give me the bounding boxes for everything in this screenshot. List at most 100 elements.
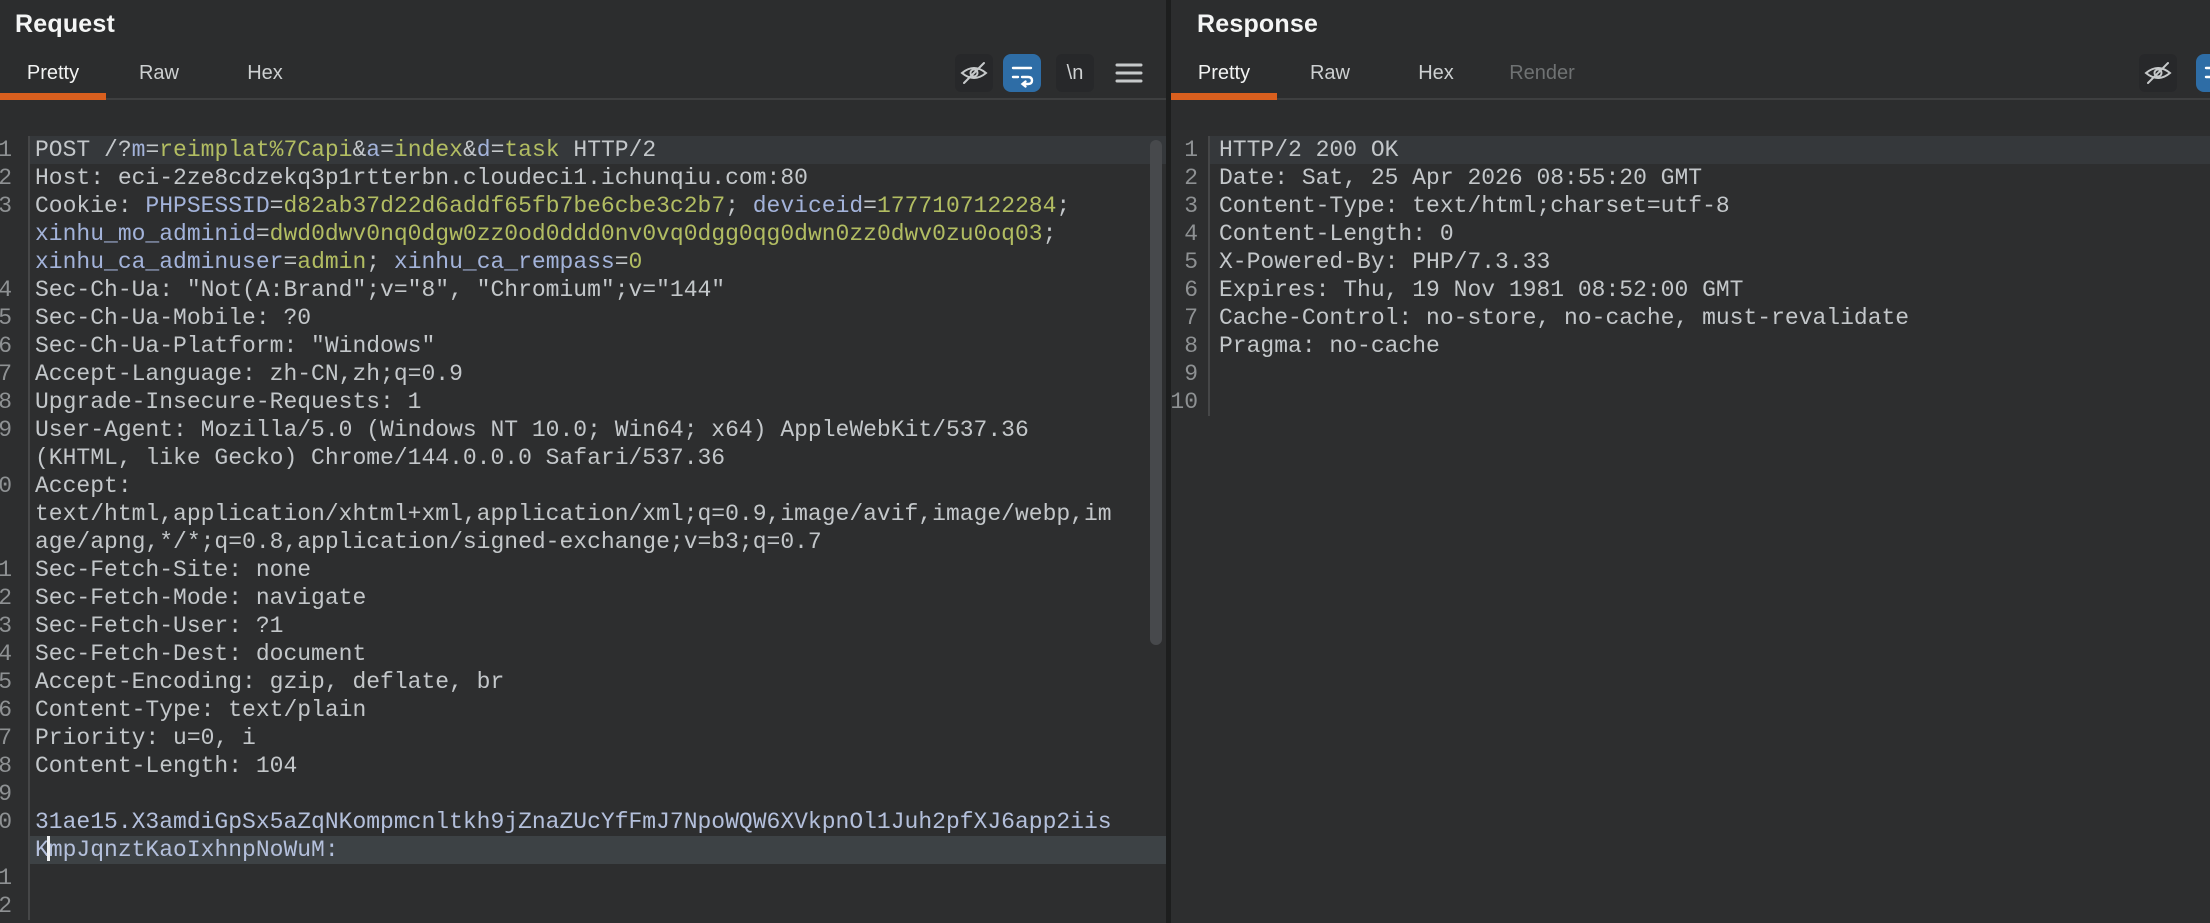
editor-row: 9User-Agent: Mozilla/5.0 (Windows NT 10.… <box>0 416 1166 444</box>
code-line: xinhu_mo_adminid=dwd0dwv0nq0dgw0zz0od0dd… <box>30 220 1166 248</box>
token: Content-Length: 0 <box>1219 221 1454 247</box>
token: Content-Type: text/plain <box>35 697 367 723</box>
editor-row: 7 Cache-Control: no-store, no-cache, must… <box>1171 304 2210 332</box>
code-line: HTTP/2 200 OK <box>1210 136 2210 164</box>
code-line: Sec-Fetch-Site: none <box>30 556 1166 584</box>
tab-label: Pretty <box>26 61 80 84</box>
code-line: KmpJqnztKaoIxhnpNoWuM: <box>30 836 1166 864</box>
code-line: Date: Sat, 25 Apr 2026 08:55:20 GMT <box>1210 164 2210 192</box>
tab-label: Raw <box>138 61 179 84</box>
line-number: 16 <box>0 696 30 724</box>
line-number: 7 <box>0 360 30 388</box>
token: xinhu_ca_adminuser <box>35 249 284 275</box>
editor-row: 4Sec-Ch-Ua: "Not(A:Brand";v="8", "Chromi… <box>0 276 1166 304</box>
token: xinhu_mo_adminid <box>35 221 256 247</box>
editor-row: 17Priority: u=0, i <box>0 724 1166 752</box>
editor-row: 15Accept-Encoding: gzip, deflate, br <box>0 668 1166 696</box>
code-line: Sec-Ch-Ua: "Not(A:Brand";v="8", "Chromiu… <box>30 276 1166 304</box>
line-number: 9 <box>0 416 30 444</box>
token: Sec-Ch-Ua-Mobile: ?0 <box>35 305 312 331</box>
line-number <box>0 500 30 528</box>
tab-pretty[interactable]: Pretty <box>1171 48 1277 100</box>
editor-menu-button[interactable] <box>1110 54 1148 92</box>
code-line: 31ae15.X3amdiGpSx5aZqNKompmcnltkh9jZnaZU… <box>30 808 1166 836</box>
code-line: Content-Length: 0 <box>1210 220 2210 248</box>
line-number: 9 <box>1171 360 1210 388</box>
token: User-Agent: Mozilla/5.0 (Windows NT 10.0… <box>35 417 1029 443</box>
word-wrap-toggle-button[interactable] <box>1003 54 1041 92</box>
token: Content-Length: 104 <box>35 753 298 779</box>
line-number: 2 <box>0 164 30 192</box>
response-panel: Response Pretty Raw Hex Render 1 HTTP/2 … <box>1171 0 2210 923</box>
tab-pretty[interactable]: Pretty <box>0 48 106 100</box>
line-number: 21 <box>0 864 30 892</box>
code-line: Cookie: PHPSESSID=d82ab37d22d6addf65fb7b… <box>30 192 1166 220</box>
token: = <box>269 193 284 219</box>
tab-label: Pretty <box>1197 61 1251 84</box>
tab-label: Render <box>1509 61 1575 84</box>
hide-response-eye-slash-button[interactable] <box>955 54 993 92</box>
code-line: Sec-Ch-Ua-Platform: "Windows" <box>30 332 1166 360</box>
code-line: text/html,application/xhtml+xml,applicat… <box>30 500 1166 528</box>
editor-row: 1 HTTP/2 200 OK <box>1171 136 2210 164</box>
editor-row: 7Accept-Language: zh-CN,zh;q=0.9 <box>0 360 1166 388</box>
token: deviceid <box>752 193 864 219</box>
code-line: Sec-Fetch-User: ?1 <box>30 612 1166 640</box>
token: task <box>504 137 560 163</box>
token: Accept-Encoding: gzip, deflate, br <box>35 669 505 695</box>
response-editor[interactable]: 1 HTTP/2 200 OK 2 Date: Sat, 25 Apr 2026 08… <box>1171 130 2210 923</box>
response-panel-title: Response <box>1197 9 1319 38</box>
word-wrap-icon <box>2199 57 2210 89</box>
tab-label: Hex <box>247 61 283 84</box>
line-number: 10 <box>1171 388 1210 416</box>
tab-hex[interactable]: Hex <box>1383 48 1489 98</box>
token: m <box>131 137 146 163</box>
token: HTTP/2 200 OK <box>1219 137 1399 163</box>
token: ; <box>1056 193 1071 219</box>
editor-row: (KHTML, like Gecko) Chrome/144.0.0.0 Saf… <box>0 444 1166 472</box>
hide-response-eye-slash-button[interactable] <box>2139 54 2177 92</box>
line-number: 4 <box>1171 220 1210 248</box>
editor-row: 11Sec-Fetch-Site: none <box>0 556 1166 584</box>
code-line: X-Powered-By: PHP/7.3.33 <box>1210 248 2210 276</box>
selected-tab-underline <box>0 93 106 100</box>
editor-row: 5 X-Powered-By: PHP/7.3.33 <box>1171 248 2210 276</box>
token: reimplat%7Capi <box>159 137 353 163</box>
hamburger-menu-icon <box>1114 60 1144 86</box>
line-number: 6 <box>1171 276 1210 304</box>
tab-label: Raw <box>1309 61 1350 84</box>
line-number: 22 <box>0 892 30 920</box>
word-wrap-toggle-button[interactable] <box>2196 54 2210 92</box>
token: POST /? <box>35 137 132 163</box>
token: = <box>863 193 877 219</box>
token: 31ae15.X3amdiGpSx5aZqNKompmcnltkh9jZnaZU… <box>35 809 1112 835</box>
editor-row: 3Cookie: PHPSESSID=d82ab37d22d6addf65fb7… <box>0 192 1166 220</box>
tab-render[interactable]: Render <box>1489 48 1595 98</box>
token: 1777107122284 <box>876 193 1057 219</box>
editor-row: 16Content-Type: text/plain <box>0 696 1166 724</box>
editor-row: age/apng,*/*;q=0.8,application/signed-ex… <box>0 528 1166 556</box>
request-scrollbar-thumb[interactable] <box>1150 140 1162 645</box>
code-line: Host: eci-2ze8cdzekq3p1rtterbn.cloudeci1… <box>30 164 1166 192</box>
response-tabbar: Pretty Raw Hex Render <box>1171 48 2210 100</box>
show-newlines-button[interactable]: \n <box>1056 54 1094 92</box>
request-panel: Request Pretty Raw Hex \n POST /?m=reimp… <box>0 0 1166 923</box>
tab-raw[interactable]: Raw <box>106 48 212 98</box>
token: a <box>366 137 381 163</box>
request-editor[interactable]: 1POST /?m=reimplat%7Capi&a=index&d=task … <box>0 130 1166 923</box>
token: & <box>352 137 367 163</box>
tab-hex[interactable]: Hex <box>212 48 318 98</box>
tab-raw[interactable]: Raw <box>1277 48 1383 98</box>
line-number: 5 <box>1171 248 1210 276</box>
token: mpJqnztKaoIxhnpNoWuM: <box>48 837 339 863</box>
editor-row: 6 Expires: Thu, 19 Nov 1981 08:52:00 GMT <box>1171 276 2210 304</box>
token: dwd0dwv0nq0dgw0zz0od0ddd0nv0vq0dgg0qg0dw… <box>269 221 1043 247</box>
line-number: 13 <box>0 612 30 640</box>
editor-row: xinhu_ca_adminuser=admin; xinhu_ca_rempa… <box>0 248 1166 276</box>
token: Date: Sat, 25 Apr 2026 08:55:20 GMT <box>1219 165 1703 191</box>
editor-row: 6Sec-Ch-Ua-Platform: "Windows" <box>0 332 1166 360</box>
newline-glyph-label: \n <box>1066 61 1084 84</box>
